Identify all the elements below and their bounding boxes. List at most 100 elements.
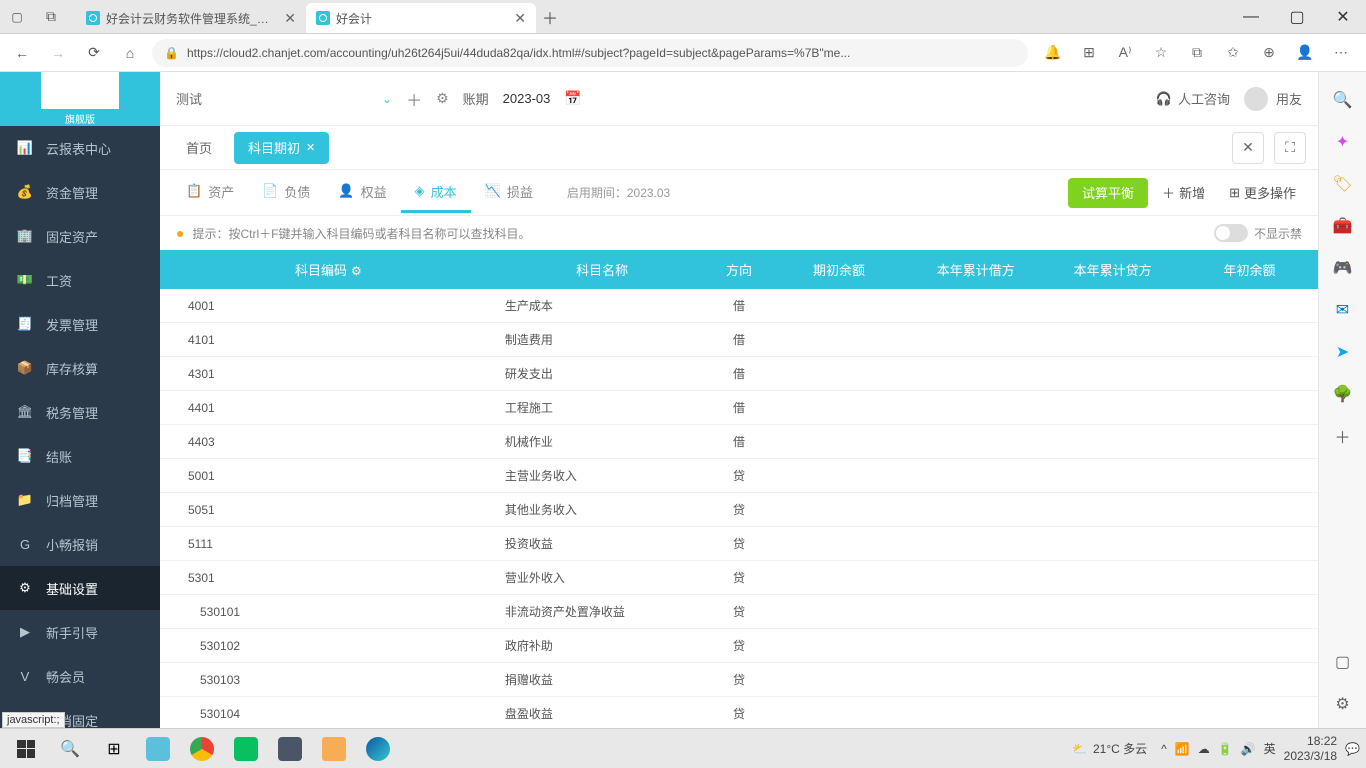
- sidebar-item-inventory[interactable]: 📦库存核算: [0, 346, 160, 390]
- settings-icon[interactable]: ⚙: [436, 90, 449, 107]
- maximize-button[interactable]: ▢: [1274, 0, 1320, 34]
- tabs-overview-button[interactable]: ⧉: [34, 0, 68, 34]
- sidebar-item-close[interactable]: 📑结账: [0, 434, 160, 478]
- close-icon[interactable]: ✕: [284, 10, 296, 27]
- sidebar-item-report[interactable]: 📊云报表中心: [0, 126, 160, 170]
- refresh-button[interactable]: ⟳: [80, 39, 108, 67]
- toolbox-rail-icon[interactable]: 🧰: [1331, 214, 1355, 238]
- table-row[interactable]: 5301 营业外收入 贷: [160, 561, 1318, 595]
- cell-debit[interactable]: [907, 663, 1044, 697]
- profile-icon[interactable]: 👤: [1294, 42, 1316, 64]
- cell-credit[interactable]: [1044, 629, 1181, 663]
- cell-year-opening[interactable]: [1181, 391, 1318, 425]
- page-tab[interactable]: 首页: [172, 132, 226, 164]
- cell-debit[interactable]: [907, 357, 1044, 391]
- search-rail-icon[interactable]: 🔍: [1331, 88, 1355, 112]
- table-row[interactable]: 5001 主营业务收入 贷: [160, 459, 1318, 493]
- cell-year-opening[interactable]: [1181, 595, 1318, 629]
- favorites-bar-icon[interactable]: ✩: [1222, 42, 1244, 64]
- trial-balance-button[interactable]: 试算平衡: [1068, 178, 1148, 208]
- cell-opening[interactable]: [771, 561, 908, 595]
- cell-year-opening[interactable]: [1181, 357, 1318, 391]
- cell-debit[interactable]: [907, 459, 1044, 493]
- cell-credit[interactable]: [1044, 527, 1181, 561]
- table-row[interactable]: 4301 研发支出 借: [160, 357, 1318, 391]
- back-button[interactable]: ←: [8, 39, 36, 67]
- cell-opening[interactable]: [771, 425, 908, 459]
- cell-credit[interactable]: [1044, 357, 1181, 391]
- plus-icon[interactable]: ＋: [406, 87, 422, 111]
- collections-icon[interactable]: ⊕: [1258, 42, 1280, 64]
- sidebar-item-guide[interactable]: ▶新手引导: [0, 610, 160, 654]
- start-button[interactable]: [6, 731, 46, 767]
- sidebar-item-vip[interactable]: V畅会员: [0, 654, 160, 698]
- cell-credit[interactable]: [1044, 459, 1181, 493]
- cell-debit[interactable]: [907, 323, 1044, 357]
- file-explorer-icon[interactable]: [138, 731, 178, 767]
- category-tab[interactable]: 📄负债: [248, 173, 324, 213]
- cell-opening[interactable]: [771, 323, 908, 357]
- sidebar-item-invoice[interactable]: 🧾发票管理: [0, 302, 160, 346]
- clock[interactable]: 18:22 2023/3/18: [1284, 734, 1337, 763]
- category-tab[interactable]: 📉损益: [471, 173, 547, 213]
- notifications-icon[interactable]: 🔔: [1042, 42, 1064, 64]
- fullscreen-button[interactable]: ⛶: [1274, 132, 1306, 164]
- add-button[interactable]: ＋ 新增: [1152, 178, 1215, 208]
- system-tray[interactable]: ^ 📶 ☁ 🔋 🔊 英 18:22 2023/3/18 💬: [1161, 734, 1360, 763]
- tray-chevron-icon[interactable]: ^: [1161, 742, 1167, 756]
- table-row[interactable]: 4403 机械作业 借: [160, 425, 1318, 459]
- cell-year-opening[interactable]: [1181, 289, 1318, 323]
- add-rail-icon[interactable]: ＋: [1331, 424, 1355, 448]
- cell-debit[interactable]: [907, 697, 1044, 729]
- cell-debit[interactable]: [907, 629, 1044, 663]
- cell-credit[interactable]: [1044, 663, 1181, 697]
- company-selector[interactable]: 测试 ⌄: [176, 89, 392, 108]
- sidebar-item-settings[interactable]: ⚙基础设置: [0, 566, 160, 610]
- cell-year-opening[interactable]: [1181, 323, 1318, 357]
- column-header[interactable]: 科目编码⚙: [160, 250, 497, 289]
- cell-opening[interactable]: [771, 391, 908, 425]
- browser-tab[interactable]: 好会计云财务软件管理系统_会计...✕: [76, 3, 306, 33]
- table-row[interactable]: 5051 其他业务收入 贷: [160, 493, 1318, 527]
- cell-year-opening[interactable]: [1181, 697, 1318, 729]
- category-tab[interactable]: 👤权益: [324, 173, 400, 213]
- cell-year-opening[interactable]: [1181, 493, 1318, 527]
- table-row[interactable]: 5111 投资收益 贷: [160, 527, 1318, 561]
- shopping-rail-icon[interactable]: 🏷: [1331, 172, 1355, 196]
- table-row[interactable]: 4101 制造费用 借: [160, 323, 1318, 357]
- table-row[interactable]: 530101 非流动资产处置净收益 贷: [160, 595, 1318, 629]
- column-header[interactable]: 方向: [707, 250, 770, 289]
- cell-credit[interactable]: [1044, 697, 1181, 729]
- cell-debit[interactable]: [907, 527, 1044, 561]
- url-input[interactable]: 🔒 https://cloud2.chanjet.com/accounting/…: [152, 39, 1028, 67]
- cell-debit[interactable]: [907, 289, 1044, 323]
- rail-settings-icon[interactable]: ⚙: [1331, 692, 1355, 716]
- sidebar-item-expense[interactable]: G小畅报销: [0, 522, 160, 566]
- sidebar-item-asset[interactable]: 🏢固定资产: [0, 214, 160, 258]
- folder-icon[interactable]: [314, 731, 354, 767]
- column-header[interactable]: 年初余额: [1181, 250, 1318, 289]
- cell-opening[interactable]: [771, 493, 908, 527]
- cell-credit[interactable]: [1044, 391, 1181, 425]
- favorite-icon[interactable]: ☆: [1150, 42, 1172, 64]
- cell-year-opening[interactable]: [1181, 527, 1318, 561]
- cell-opening[interactable]: [771, 459, 908, 493]
- cell-credit[interactable]: [1044, 493, 1181, 527]
- close-tab-button[interactable]: ✕: [1232, 132, 1264, 164]
- gear-icon[interactable]: ⚙: [351, 264, 362, 278]
- forward-button[interactable]: →: [44, 39, 72, 67]
- games-rail-icon[interactable]: 🎮: [1331, 256, 1355, 280]
- outlook-rail-icon[interactable]: ✉: [1331, 298, 1355, 322]
- consult-button[interactable]: 🎧 人工咨询: [1156, 89, 1230, 108]
- more-actions-button[interactable]: ⊞ 更多操作: [1219, 178, 1306, 208]
- column-header[interactable]: 期初余额: [771, 250, 908, 289]
- table-row[interactable]: 4401 工程施工 借: [160, 391, 1318, 425]
- cell-year-opening[interactable]: [1181, 561, 1318, 595]
- cell-opening[interactable]: [771, 629, 908, 663]
- wechat-icon[interactable]: [226, 731, 266, 767]
- column-header[interactable]: 本年累计借方: [907, 250, 1044, 289]
- battery-icon[interactable]: 🔋: [1218, 742, 1233, 756]
- column-header[interactable]: 科目名称: [497, 250, 708, 289]
- send-rail-icon[interactable]: ➤: [1331, 340, 1355, 364]
- close-icon[interactable]: ✕: [514, 10, 526, 27]
